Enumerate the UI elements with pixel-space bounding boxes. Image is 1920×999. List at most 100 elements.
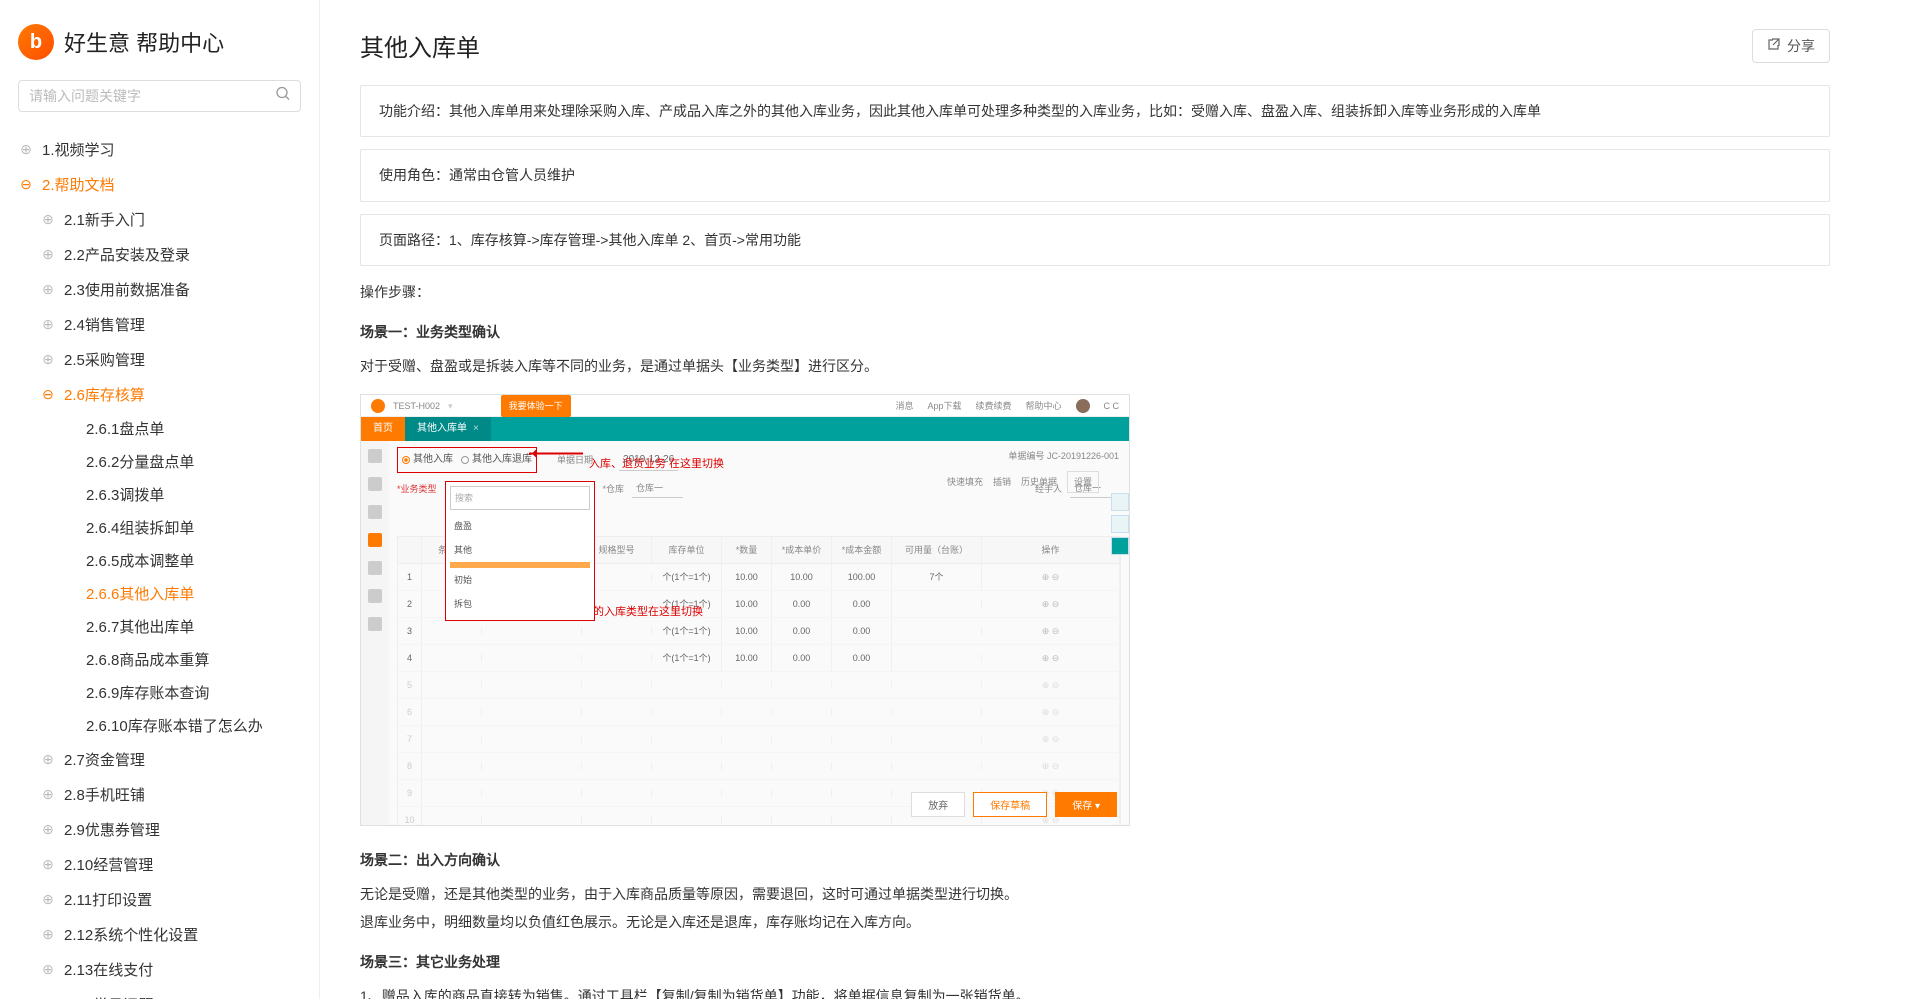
ss-radio-ret[interactable]: 其他入库退库 bbox=[461, 450, 532, 470]
nav-leaf[interactable]: 2.6.4组装拆卸单 bbox=[62, 511, 301, 544]
ss-link[interactable]: 帮助中心 bbox=[1025, 397, 1061, 415]
ss-tab-home[interactable]: 首页 bbox=[361, 417, 405, 441]
nav-label: 2.9优惠券管理 bbox=[64, 819, 160, 840]
nav-item[interactable]: 2.3使用前数据准备 bbox=[40, 272, 301, 307]
ss-topbar: TEST-H002 ▾ 我要体验一下 消息 App下载 续费续费 帮助中心 C … bbox=[361, 395, 1129, 417]
ss-strip-icon[interactable] bbox=[1111, 493, 1129, 511]
nav-item[interactable]: 2.8手机旺铺 bbox=[40, 777, 301, 812]
table-row[interactable]: 5⊕ ⊖ bbox=[398, 672, 1120, 699]
info-label: 使用角色： bbox=[379, 167, 449, 183]
nav-leaf[interactable]: 2.6.8商品成本重算 bbox=[62, 643, 301, 676]
info-text: 通常由仓管人员维护 bbox=[449, 167, 575, 183]
ss-drop-option[interactable]: 其他 bbox=[450, 538, 590, 562]
ss-th: 库存单位 bbox=[652, 537, 722, 563]
ss-tool-link[interactable]: 快速填充 bbox=[947, 473, 983, 491]
nav-item-docs[interactable]: 2.帮助文档 bbox=[18, 167, 301, 202]
nav-item[interactable]: 2.13在线支付 bbox=[40, 952, 301, 987]
ss-side-icon[interactable] bbox=[368, 505, 382, 519]
nav-leaf[interactable]: 2.6.9库存账本查询 bbox=[62, 676, 301, 709]
expand-icon bbox=[40, 857, 56, 873]
nav-item[interactable]: 2.11打印设置 bbox=[40, 882, 301, 917]
expand-icon bbox=[40, 892, 56, 908]
share-button[interactable]: 分享 bbox=[1752, 29, 1830, 63]
ss-docno-label: 单据编号 bbox=[1008, 451, 1044, 461]
ss-drop-option[interactable]: 初始 bbox=[450, 568, 590, 592]
expand-icon bbox=[40, 247, 56, 263]
scene2-title: 场景二：出入方向确认 bbox=[360, 846, 1830, 874]
nav-item[interactable]: 2.10经营管理 bbox=[40, 847, 301, 882]
ss-th: 可用量（台账） bbox=[892, 537, 982, 563]
expand-icon bbox=[40, 822, 56, 838]
nav-item-inventory[interactable]: 2.6库存核算 bbox=[40, 377, 301, 412]
nav-leaf[interactable]: 2.6.6其他入库单 bbox=[62, 577, 301, 610]
nav-item[interactable]: 2.12系统个性化设置 bbox=[40, 917, 301, 952]
nav-item[interactable]: 2.2产品安装及登录 bbox=[40, 237, 301, 272]
table-row[interactable]: 4个(1个=1个)10.000.000.00⊕ ⊖ bbox=[398, 645, 1120, 672]
ss-wh-value[interactable]: 仓库一 bbox=[632, 479, 683, 498]
ss-tool-link[interactable]: 历史单据 bbox=[1021, 473, 1057, 491]
ss-drop-search[interactable]: 搜索 bbox=[450, 486, 590, 510]
ss-strip-icon[interactable] bbox=[1111, 515, 1129, 533]
ss-save-label: 保存 bbox=[1072, 801, 1092, 812]
ss-sidebar bbox=[361, 441, 389, 825]
ss-avatar-icon[interactable] bbox=[1076, 399, 1090, 413]
nav-item[interactable]: 2.4销售管理 bbox=[40, 307, 301, 342]
table-row[interactable]: 7⊕ ⊖ bbox=[398, 726, 1120, 753]
main-content: 其他入库单 分享 功能介绍：其他入库单用来处理除采购入库、产成品入库之外的其他入… bbox=[320, 0, 1920, 999]
nav-leaf[interactable]: 2.6.1盘点单 bbox=[62, 412, 301, 445]
scene2-p2: 退库业务中，明细数量均以负值红色展示。无论是入库还是退库，库存账均记在入库方向。 bbox=[360, 908, 1830, 936]
ss-tool-link[interactable]: 插销 bbox=[993, 473, 1011, 491]
ss-side-icon[interactable] bbox=[368, 589, 382, 603]
nav-item[interactable]: 2.1新手入门 bbox=[40, 202, 301, 237]
ss-logo-icon bbox=[371, 399, 385, 413]
ss-tool-link[interactable]: 设置 bbox=[1067, 471, 1099, 493]
ss-org: TEST-H002 bbox=[393, 397, 440, 415]
ss-strip-icon[interactable] bbox=[1111, 537, 1129, 555]
ss-draft-button[interactable]: 保存草稿 bbox=[973, 792, 1047, 817]
ss-biztype-dropdown: 搜索 盘盈 其他 初始 拆包 bbox=[445, 481, 595, 621]
nav-leaf[interactable]: 2.6.7其他出库单 bbox=[62, 610, 301, 643]
nav-leaf[interactable]: 2.6.2分量盘点单 bbox=[62, 445, 301, 478]
ss-link[interactable]: App下载 bbox=[927, 397, 961, 415]
nav-item[interactable]: 2.5采购管理 bbox=[40, 342, 301, 377]
ss-drop-option[interactable]: 盘盈 bbox=[450, 514, 590, 538]
nav-item[interactable]: 2.9优惠券管理 bbox=[40, 812, 301, 847]
ss-discard-button[interactable]: 放弃 bbox=[911, 792, 965, 817]
ss-th: 操作 bbox=[982, 537, 1120, 563]
search-input[interactable] bbox=[18, 80, 301, 112]
nav-leaf[interactable]: 2.6.3调拨单 bbox=[62, 478, 301, 511]
ss-link[interactable]: 消息 bbox=[895, 397, 913, 415]
info-text: 1、库存核算->库存管理->其他入库单 2、首页->常用功能 bbox=[449, 232, 801, 248]
ss-side-icon[interactable] bbox=[368, 477, 382, 491]
nav-label: 2.帮助文档 bbox=[42, 174, 115, 195]
brand-logo: b bbox=[18, 24, 54, 60]
page-header: 其他入库单 分享 bbox=[360, 28, 1830, 63]
nav-leaf[interactable]: 2.6.5成本调整单 bbox=[62, 544, 301, 577]
nav-item-video[interactable]: 1.视频学习 bbox=[18, 132, 301, 167]
expand-icon bbox=[40, 282, 56, 298]
nav-leaf[interactable]: 2.6.10库存账本错了怎么办 bbox=[62, 709, 301, 742]
ss-side-icon[interactable] bbox=[368, 617, 382, 631]
ss-side-icon[interactable] bbox=[368, 561, 382, 575]
ss-newbie-button[interactable]: 我要体验一下 bbox=[501, 395, 571, 417]
nav-label: 2.4销售管理 bbox=[64, 314, 145, 335]
table-row[interactable]: 3个(1个=1个)10.000.000.00⊕ ⊖ bbox=[398, 618, 1120, 645]
ss-link[interactable]: 续费续费 bbox=[975, 397, 1011, 415]
share-label: 分享 bbox=[1787, 36, 1815, 56]
expand-icon bbox=[40, 927, 56, 943]
ss-side-icon[interactable] bbox=[368, 449, 382, 463]
nav-label: 2.13在线支付 bbox=[64, 959, 153, 980]
ss-save-button[interactable]: 保存 ▾ bbox=[1055, 792, 1117, 817]
ss-radio-in[interactable]: 其他入库 bbox=[402, 450, 453, 470]
ss-docno: JC-20191226-001 bbox=[1047, 451, 1119, 461]
table-row[interactable]: 6⊕ ⊖ bbox=[398, 699, 1120, 726]
table-row[interactable]: 8⊕ ⊖ bbox=[398, 753, 1120, 780]
ss-tab-active[interactable]: 其他入库单 × bbox=[405, 417, 491, 441]
search-icon[interactable] bbox=[275, 86, 291, 107]
ss-side-icon[interactable] bbox=[368, 533, 382, 547]
nav-item[interactable]: 2.14常见问题 bbox=[40, 987, 301, 999]
nav-item[interactable]: 2.7资金管理 bbox=[40, 742, 301, 777]
brand-title: 好生意 帮助中心 bbox=[64, 26, 224, 58]
ss-drop-option[interactable]: 拆包 bbox=[450, 592, 590, 616]
close-icon[interactable]: × bbox=[473, 419, 479, 439]
